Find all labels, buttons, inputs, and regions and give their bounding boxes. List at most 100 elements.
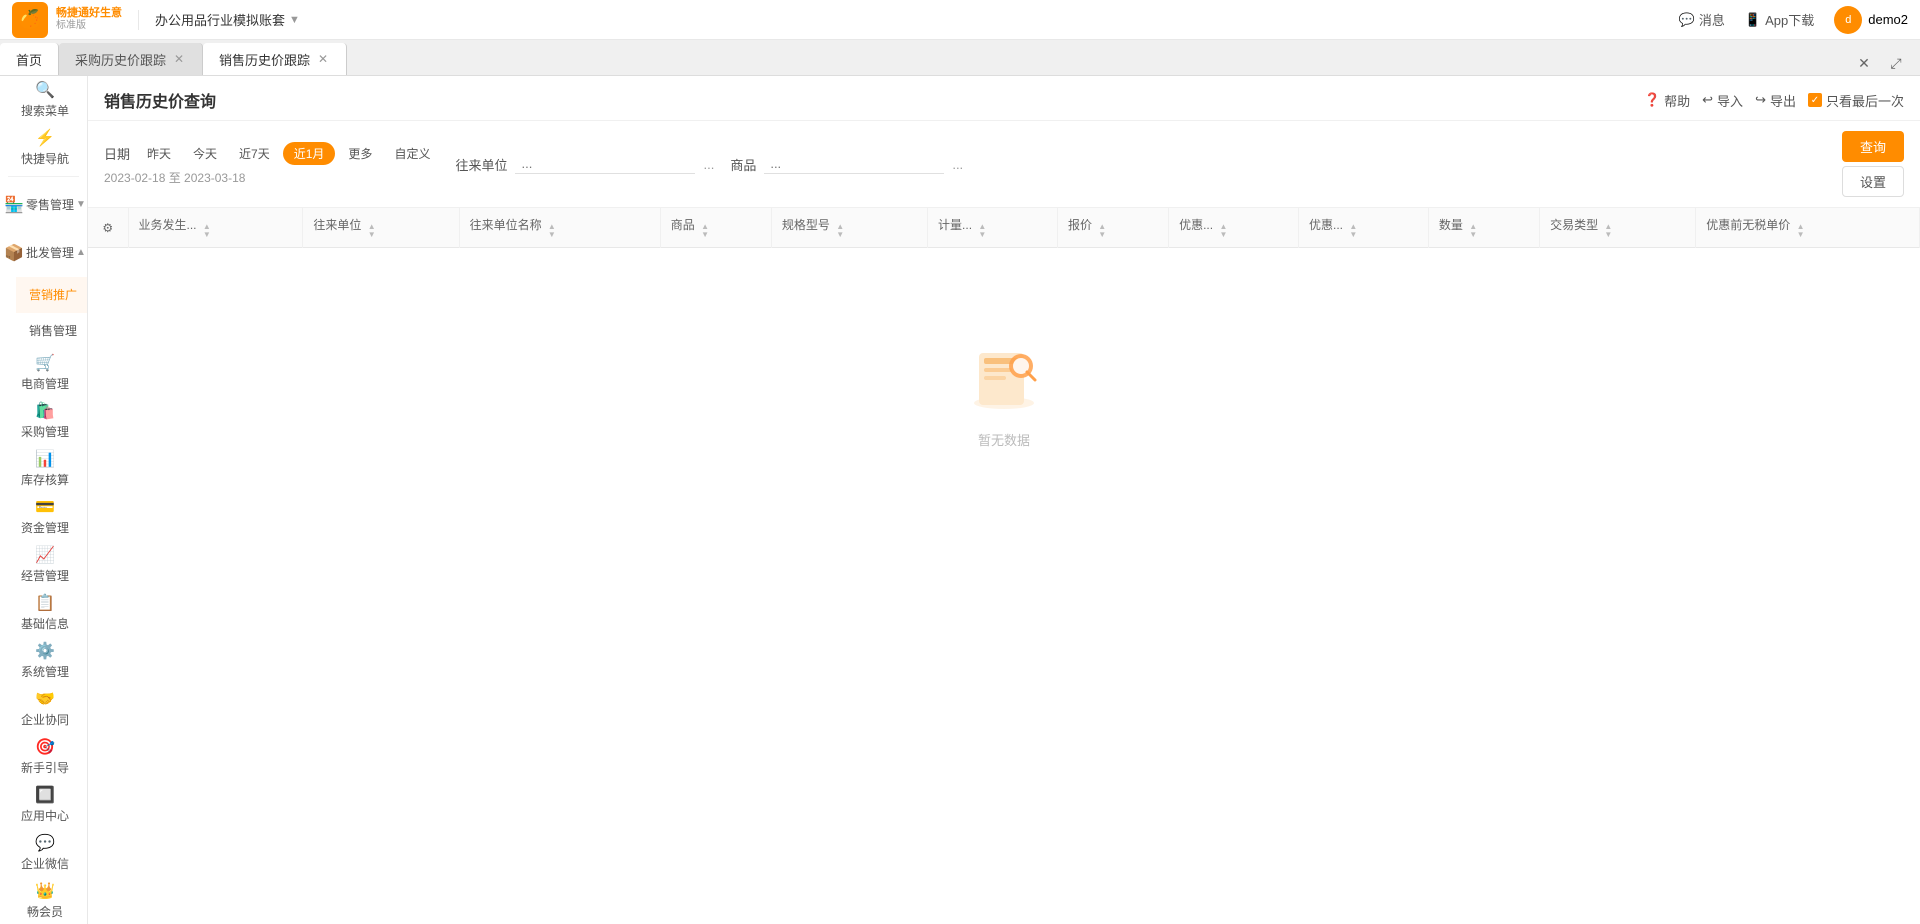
sort-icon-biz-date: ▲▼ (203, 223, 211, 239)
col-discount1[interactable]: 优惠... ▲▼ (1169, 208, 1299, 248)
sidebar-item-finance[interactable]: 💳 资金管理 (0, 493, 87, 541)
filter-actions: 查询 设置 (1842, 131, 1904, 197)
sort-icon-unit: ▲▼ (978, 223, 986, 239)
date-filter-col: 日期 昨天 今天 近7天 近1月 更多 自定义 2023-02-18 至 202… (104, 142, 439, 186)
sidebar: 🔍 搜索菜单 ⚡ 快捷导航 🏪 零售管理 ▼ 📦 批发管理 ▲ 营销推广 销售管… (0, 76, 88, 924)
app-download-btn[interactable]: 📱 App下载 (1745, 10, 1814, 29)
sidebar-item-purchase[interactable]: 🛍️ 采购管理 (0, 397, 87, 445)
partner-filter-group: 往来单位 ... (455, 154, 714, 174)
tab-maximize-btn[interactable]: ⤢ (1884, 51, 1908, 75)
sidebar-item-operations[interactable]: 📈 经营管理 (0, 541, 87, 589)
col-trade-type[interactable]: 交易类型 ▲▼ (1540, 208, 1696, 248)
product-input[interactable] (764, 154, 944, 174)
wholesale-submenu: 营销推广 销售管理 (0, 277, 87, 349)
app-selector[interactable]: 办公用品行业模拟账套 ▼ (155, 10, 300, 29)
sidebar-item-ecommerce[interactable]: 🛒 电商管理 (0, 349, 87, 397)
brand-subtitle: 标准版 (56, 20, 122, 32)
sidebar-item-appstore[interactable]: 🔲 应用中心 (0, 780, 87, 828)
sidebar-label-operations: 经营管理 (21, 567, 69, 584)
export-icon: ↪ (1755, 92, 1766, 108)
retail-icon: 🏪 (4, 195, 24, 215)
sidebar-item-retail[interactable]: 🏪 零售管理 ▼ (0, 181, 87, 229)
date-btn-7days[interactable]: 近7天 (230, 142, 279, 165)
table-settings-icon[interactable]: ⚙ (102, 221, 113, 235)
partner-dots: ... (703, 157, 714, 172)
col-unit[interactable]: 计量... ▲▼ (928, 208, 1058, 248)
sidebar-item-wechat[interactable]: 💬 企业微信 (0, 828, 87, 876)
import-icon: ↩ (1702, 92, 1713, 108)
import-btn[interactable]: ↩ 导入 (1702, 91, 1743, 110)
tab-purchase[interactable]: 采购历史价跟踪 ✕ (59, 43, 203, 75)
tab-home[interactable]: 首页 (0, 43, 59, 75)
last-one-btn[interactable]: ✓ 只看最后一次 (1808, 91, 1904, 110)
sidebar-label-ecommerce: 电商管理 (21, 375, 69, 392)
tab-close-all-btn[interactable]: ✕ (1852, 51, 1876, 75)
sidebar-item-quicknav[interactable]: ⚡ 快捷导航 (0, 124, 87, 172)
sidebar-label-finance: 资金管理 (21, 519, 69, 536)
sidebar-item-inventory[interactable]: 📊 库存核算 (0, 445, 87, 493)
tab-sales[interactable]: 销售历史价跟踪 ✕ (203, 43, 347, 75)
content-area: 销售历史价查询 ❓ 帮助 ↩ 导入 ↪ 导出 ✓ 只看最后一次 (88, 76, 1920, 924)
col-discount2-label: 优惠... (1309, 218, 1343, 232)
date-btn-1month[interactable]: 近1月 (283, 142, 336, 165)
sidebar-label-collab: 企业协同 (21, 711, 69, 728)
col-quantity[interactable]: 数量 ▲▼ (1428, 208, 1539, 248)
help-btn[interactable]: ❓ 帮助 (1644, 91, 1690, 110)
empty-state: 暂无数据 (88, 248, 1920, 529)
purchase-icon: 🛍️ (35, 401, 55, 421)
product-dots: ... (952, 157, 963, 172)
message-icon: 💬 (1679, 12, 1695, 28)
purchase-tab-close[interactable]: ✕ (172, 52, 186, 66)
sort-icon-price: ▲▼ (1098, 223, 1106, 239)
sidebar-item-search[interactable]: 🔍 搜索菜单 (0, 76, 87, 124)
date-btn-custom[interactable]: 自定义 (385, 142, 439, 165)
col-product-label: 商品 (671, 218, 695, 232)
system-icon: ⚙️ (35, 641, 55, 661)
table-header-row: ⚙ 业务发生... ▲▼ 往来单位 ▲▼ 往来单位名称 ▲▼ (88, 208, 1920, 248)
col-spec[interactable]: 规格型号 ▲▼ (771, 208, 927, 248)
col-biz-date[interactable]: 业务发生... ▲▼ (128, 208, 303, 248)
user-profile[interactable]: d demo2 (1834, 6, 1908, 34)
sidebar-item-system[interactable]: ⚙️ 系统管理 (0, 636, 87, 684)
sales-tab-close[interactable]: ✕ (316, 52, 330, 66)
topbar-left: 🍊 畅捷通好生意 标准版 办公用品行业模拟账套 ▼ (12, 2, 300, 38)
sidebar-item-guide[interactable]: 🎯 新手引导 (0, 732, 87, 780)
sort-icon-discount2: ▲▼ (1349, 223, 1357, 239)
col-no-tax-price-label: 优惠前无税单价 (1706, 218, 1790, 232)
sidebar-item-marketing[interactable]: 营销推广 (16, 277, 87, 313)
date-btn-yesterday[interactable]: 昨天 (138, 142, 180, 165)
home-tab-label: 首页 (16, 50, 42, 69)
quicknav-icon: ⚡ (35, 128, 55, 148)
sidebar-item-wholesale[interactable]: 📦 批发管理 ▲ (0, 229, 87, 277)
sort-icon-discount1: ▲▼ (1219, 223, 1227, 239)
col-settings[interactable]: ⚙ (88, 208, 128, 248)
purchase-tab-label: 采购历史价跟踪 (75, 50, 166, 69)
app-logo: 🍊 (12, 2, 48, 38)
col-discount2[interactable]: 优惠... ▲▼ (1299, 208, 1429, 248)
col-unit-label: 计量... (938, 218, 972, 232)
wechat-icon: 💬 (35, 833, 55, 853)
col-partner-code[interactable]: 往来单位 ▲▼ (303, 208, 459, 248)
sidebar-item-member[interactable]: 👑 畅会员 (0, 876, 87, 924)
export-btn[interactable]: ↪ 导出 (1755, 91, 1796, 110)
date-btn-today[interactable]: 今天 (184, 142, 226, 165)
date-label: 日期 (104, 144, 130, 163)
message-btn[interactable]: 💬 消息 (1679, 10, 1725, 29)
sort-icon-spec: ▲▼ (836, 223, 844, 239)
col-partner-name[interactable]: 往来单位名称 ▲▼ (459, 208, 660, 248)
col-no-tax-price[interactable]: 优惠前无税单价 ▲▼ (1696, 208, 1920, 248)
query-button[interactable]: 查询 (1842, 131, 1904, 162)
sidebar-item-collab[interactable]: 🤝 企业协同 (0, 684, 87, 732)
settings-button[interactable]: 设置 (1842, 166, 1904, 197)
sidebar-item-sales-mgmt[interactable]: 销售管理 (16, 313, 87, 349)
col-product[interactable]: 商品 ▲▼ (660, 208, 771, 248)
sidebar-label-basic: 基础信息 (21, 615, 69, 632)
partner-label: 往来单位 (455, 155, 507, 174)
selector-arrow-icon: ▼ (289, 14, 300, 26)
sort-icon-trade-type: ▲▼ (1604, 223, 1612, 239)
page-title: 销售历史价查询 (104, 88, 216, 112)
date-btn-more[interactable]: 更多 (339, 142, 381, 165)
partner-input[interactable] (515, 154, 695, 174)
sidebar-item-basic[interactable]: 📋 基础信息 (0, 588, 87, 636)
col-price[interactable]: 报价 ▲▼ (1057, 208, 1168, 248)
